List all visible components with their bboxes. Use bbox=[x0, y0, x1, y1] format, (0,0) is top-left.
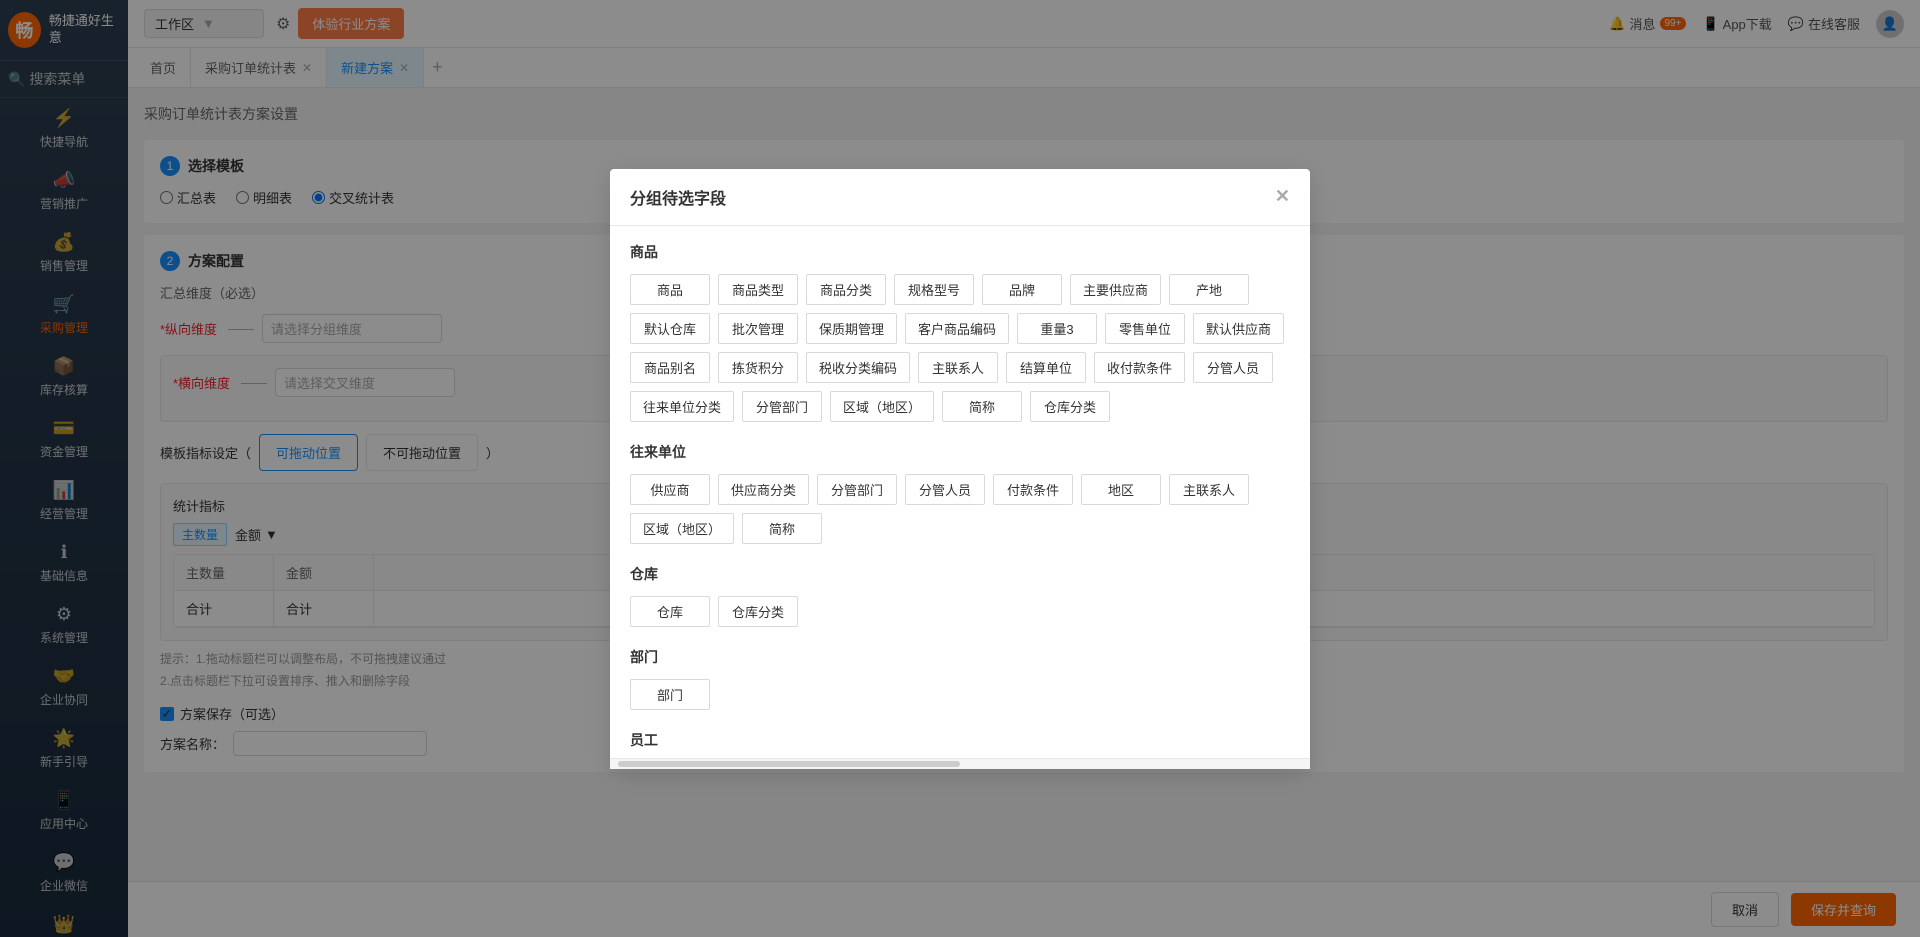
chip-warehouse[interactable]: 仓库 bbox=[630, 596, 710, 627]
modal-close-button[interactable]: ✕ bbox=[1275, 186, 1290, 207]
section-goods: 商品 商品 商品类型 商品分类 规格型号 品牌 主要供应商 产地 默认仓库 批次… bbox=[630, 242, 1290, 422]
chip-supplier-category[interactable]: 供应商分类 bbox=[718, 474, 809, 505]
chip-short-name-goods[interactable]: 简称 bbox=[942, 391, 1022, 422]
section-dept-title: 部门 bbox=[630, 647, 1290, 667]
section-goods-title: 商品 bbox=[630, 242, 1290, 262]
chip-goods[interactable]: 商品 bbox=[630, 274, 710, 305]
chip-partner-category[interactable]: 往来单位分类 bbox=[630, 391, 734, 422]
chip-retail-unit[interactable]: 零售单位 bbox=[1105, 313, 1185, 344]
chip-settlement-unit[interactable]: 结算单位 bbox=[1006, 352, 1086, 383]
chip-warehouse-category[interactable]: 仓库分类 bbox=[1030, 391, 1110, 422]
chip-origin[interactable]: 产地 bbox=[1169, 274, 1249, 305]
modal-body: 商品 商品 商品类型 商品分类 规格型号 品牌 主要供应商 产地 默认仓库 批次… bbox=[610, 226, 1310, 759]
chip-customer-code[interactable]: 客户商品编码 bbox=[905, 313, 1009, 344]
section-warehouse-title: 仓库 bbox=[630, 564, 1290, 584]
chip-expiry[interactable]: 保质期管理 bbox=[806, 313, 897, 344]
chip-warehouse-cat[interactable]: 仓库分类 bbox=[718, 596, 798, 627]
chip-partner-manager[interactable]: 分管人员 bbox=[905, 474, 985, 505]
chip-goods-type[interactable]: 商品类型 bbox=[718, 274, 798, 305]
chip-short-name-partner[interactable]: 简称 bbox=[742, 513, 822, 544]
chip-goods-category[interactable]: 商品分类 bbox=[806, 274, 886, 305]
chip-manager[interactable]: 分管人员 bbox=[1193, 352, 1273, 383]
chip-alias[interactable]: 商品别名 bbox=[630, 352, 710, 383]
chip-region-partner[interactable]: 区域（地区） bbox=[630, 513, 734, 544]
section-partner-title: 往来单位 bbox=[630, 442, 1290, 462]
chip-dept[interactable]: 分管部门 bbox=[742, 391, 822, 422]
modal-overlay: 分组待选字段 ✕ 商品 商品 商品类型 商品分类 规格型号 品牌 主要供应商 产… bbox=[0, 0, 1920, 937]
chip-department[interactable]: 部门 bbox=[630, 679, 710, 710]
section-warehouse: 仓库 仓库 仓库分类 bbox=[630, 564, 1290, 627]
scrollbar-thumb bbox=[618, 761, 960, 767]
chip-brand[interactable]: 品牌 bbox=[982, 274, 1062, 305]
chip-pick-points[interactable]: 拣货积分 bbox=[718, 352, 798, 383]
chip-partner-dept[interactable]: 分管部门 bbox=[817, 474, 897, 505]
modal-title: 分组待选字段 bbox=[630, 185, 726, 209]
chip-batch[interactable]: 批次管理 bbox=[718, 313, 798, 344]
chip-region-goods[interactable]: 区域（地区） bbox=[830, 391, 934, 422]
chip-payment-terms[interactable]: 收付款条件 bbox=[1094, 352, 1185, 383]
section-staff: 员工 业务员 bbox=[630, 730, 1290, 759]
section-dept: 部门 部门 bbox=[630, 647, 1290, 710]
goods-chips: 商品 商品类型 商品分类 规格型号 品牌 主要供应商 产地 默认仓库 批次管理 … bbox=[630, 274, 1290, 422]
chip-main-supplier[interactable]: 主要供应商 bbox=[1070, 274, 1161, 305]
chip-supplier[interactable]: 供应商 bbox=[630, 474, 710, 505]
chip-weight[interactable]: 重量3 bbox=[1017, 313, 1097, 344]
section-staff-title: 员工 bbox=[630, 730, 1290, 750]
chip-main-contact-partner[interactable]: 主联系人 bbox=[1169, 474, 1249, 505]
dept-chips: 部门 bbox=[630, 679, 1290, 710]
section-partner: 往来单位 供应商 供应商分类 分管部门 分管人员 付款条件 地区 主联系人 区域… bbox=[630, 442, 1290, 544]
chip-default-supplier[interactable]: 默认供应商 bbox=[1193, 313, 1284, 344]
chip-tax-code[interactable]: 税收分类编码 bbox=[806, 352, 910, 383]
chip-spec-model[interactable]: 规格型号 bbox=[894, 274, 974, 305]
chip-main-contact[interactable]: 主联系人 bbox=[918, 352, 998, 383]
modal-scrollbar-h bbox=[610, 758, 1310, 768]
chip-default-warehouse[interactable]: 默认仓库 bbox=[630, 313, 710, 344]
warehouse-chips: 仓库 仓库分类 bbox=[630, 596, 1290, 627]
field-select-modal: 分组待选字段 ✕ 商品 商品 商品类型 商品分类 规格型号 品牌 主要供应商 产… bbox=[610, 169, 1310, 769]
chip-payment-condition[interactable]: 付款条件 bbox=[993, 474, 1073, 505]
partner-chips: 供应商 供应商分类 分管部门 分管人员 付款条件 地区 主联系人 区域（地区） … bbox=[630, 474, 1290, 544]
chip-area[interactable]: 地区 bbox=[1081, 474, 1161, 505]
modal-header: 分组待选字段 ✕ bbox=[610, 169, 1310, 226]
